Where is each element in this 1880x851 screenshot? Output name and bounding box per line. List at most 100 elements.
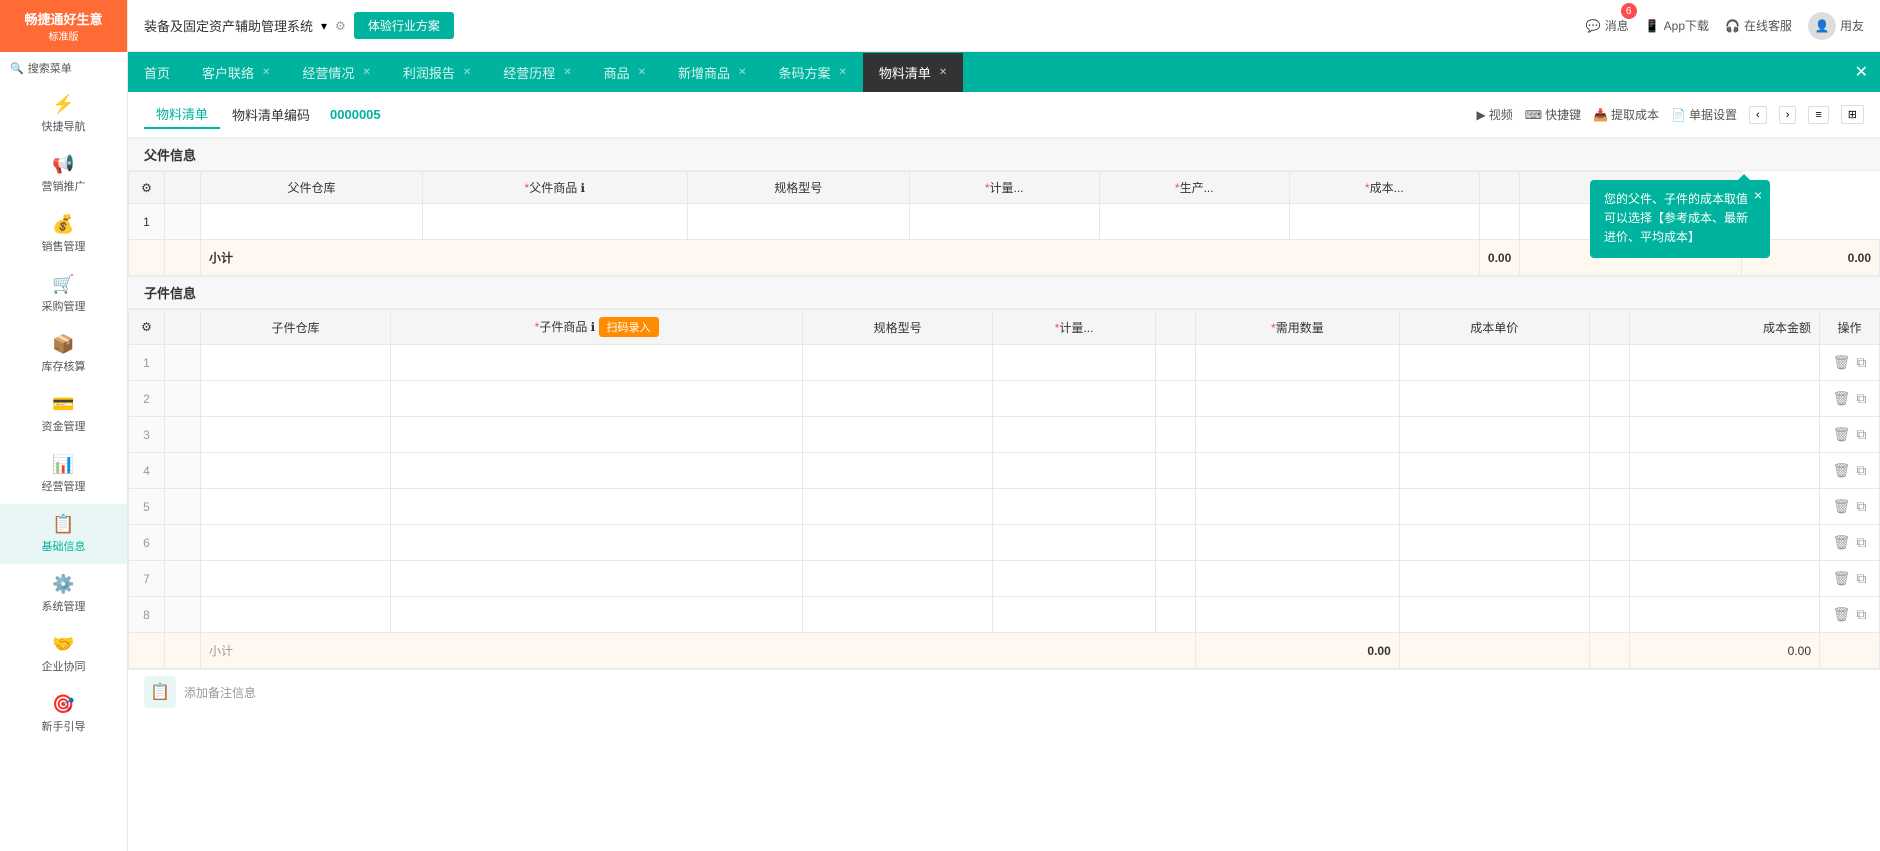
sidebar-item-sales[interactable]: 💰 销售管理 <box>0 204 127 264</box>
delete-icon[interactable]: 🗑 <box>1833 570 1851 587</box>
delete-icon[interactable]: 🗑 <box>1833 426 1851 443</box>
tab-new-product[interactable]: 新增商品 ✕ <box>662 53 762 92</box>
child-row-1-unit[interactable] <box>993 345 1156 381</box>
tab-home[interactable]: 首页 <box>128 53 186 92</box>
child-row-3-qty[interactable] <box>1196 417 1400 453</box>
child-row-8-warehouse[interactable] <box>201 597 391 633</box>
tab-bom[interactable]: 物料清单 ✕ <box>863 53 963 92</box>
tab-new-product-close[interactable]: ✕ <box>738 67 746 78</box>
child-row-5-unit[interactable] <box>993 489 1156 525</box>
child-row-4-unit[interactable] <box>993 453 1156 489</box>
tab-profit-close[interactable]: ✕ <box>463 67 471 78</box>
action-extract-cost[interactable]: 📥 提取成本 <box>1593 106 1659 123</box>
tab-products-close[interactable]: ✕ <box>638 67 646 78</box>
parent-col-settings[interactable]: ⚙ <box>129 172 165 204</box>
child-row-6-unit[interactable] <box>993 525 1156 561</box>
note-label[interactable]: 添加备注信息 <box>184 684 256 701</box>
child-row-3-unit-cost[interactable] <box>1399 417 1589 453</box>
child-row-8-product[interactable] <box>391 597 803 633</box>
delete-icon[interactable]: 🗑 <box>1833 462 1851 479</box>
child-row-7-qty[interactable] <box>1196 561 1400 597</box>
child-row-7-unit[interactable] <box>993 561 1156 597</box>
scan-button[interactable]: 扫码录入 <box>599 317 659 337</box>
tab-barcode-close[interactable]: ✕ <box>838 67 846 78</box>
delete-icon[interactable]: 🗑 <box>1833 534 1851 551</box>
child-row-4-unit-cost[interactable] <box>1399 453 1589 489</box>
action-video[interactable]: ▶ 视频 <box>1476 106 1512 123</box>
child-row-2-unit-cost[interactable] <box>1399 381 1589 417</box>
parent-row-1-cost[interactable] <box>1289 204 1479 240</box>
child-row-2-product[interactable] <box>391 381 803 417</box>
child-row-4-product[interactable] <box>391 453 803 489</box>
subnav-bom-code[interactable]: 物料清单编码 <box>220 101 322 128</box>
note-icon[interactable]: 📋 <box>144 676 176 708</box>
sidebar-item-guide[interactable]: 🎯 新手引导 <box>0 684 127 744</box>
delete-icon[interactable]: 🗑 <box>1833 606 1851 623</box>
child-row-1-qty[interactable] <box>1196 345 1400 381</box>
child-row-8-qty[interactable] <box>1196 597 1400 633</box>
sidebar-item-search[interactable]: 🔍 搜索菜单 <box>0 52 127 84</box>
sidebar-item-purchase[interactable]: 🛒 采购管理 <box>0 264 127 324</box>
parent-row-1-spec[interactable] <box>687 204 909 240</box>
system-select[interactable]: ▾ <box>321 19 327 33</box>
copy-icon[interactable]: ⧉ <box>1856 570 1866 587</box>
child-row-1-unit-cost[interactable] <box>1399 345 1589 381</box>
sidebar-item-inventory[interactable]: 📦 库存核算 <box>0 324 127 384</box>
copy-icon[interactable]: ⧉ <box>1856 534 1866 551</box>
nav-menu[interactable]: ≡ <box>1808 106 1828 124</box>
child-row-5-unit-cost[interactable] <box>1399 489 1589 525</box>
tab-profit[interactable]: 利润报告 ✕ <box>387 53 487 92</box>
tab-history-close[interactable]: ✕ <box>563 67 571 78</box>
copy-icon[interactable]: ⧉ <box>1856 462 1866 479</box>
copy-icon[interactable]: ⧉ <box>1856 426 1866 443</box>
child-row-2-qty[interactable] <box>1196 381 1400 417</box>
close-all-tabs[interactable]: ✕ <box>1843 62 1880 82</box>
child-row-4-spec[interactable] <box>803 453 993 489</box>
subnav-bom[interactable]: 物料清单 <box>144 100 220 129</box>
child-row-3-product[interactable] <box>391 417 803 453</box>
delete-icon[interactable]: 🗑 <box>1833 354 1851 371</box>
child-row-1-warehouse[interactable] <box>201 345 391 381</box>
child-row-3-spec[interactable] <box>803 417 993 453</box>
child-row-6-warehouse[interactable] <box>201 525 391 561</box>
child-row-1-spec[interactable] <box>803 345 993 381</box>
tab-history[interactable]: 经营历程 ✕ <box>487 53 587 92</box>
copy-icon[interactable]: ⧉ <box>1856 354 1866 371</box>
sidebar-item-marketing[interactable]: 📢 营销推广 <box>0 144 127 204</box>
copy-icon[interactable]: ⧉ <box>1856 390 1866 407</box>
online-service-button[interactable]: 🎧 在线客服 <box>1725 17 1792 34</box>
settings-icon[interactable]: ⚙ <box>335 19 346 33</box>
user-menu[interactable]: 👤 用友 <box>1808 12 1864 40</box>
sidebar-item-basic-info[interactable]: 📋 基础信息 <box>0 504 127 564</box>
copy-icon[interactable]: ⧉ <box>1856 498 1866 515</box>
child-row-5-qty[interactable] <box>1196 489 1400 525</box>
delete-icon[interactable]: 🗑 <box>1833 498 1851 515</box>
child-row-3-warehouse[interactable] <box>201 417 391 453</box>
child-col-settings[interactable]: ⚙ <box>129 310 165 345</box>
tab-customer[interactable]: 客户联络 ✕ <box>186 53 286 92</box>
tab-operations[interactable]: 经营情况 ✕ <box>286 53 386 92</box>
action-shortcuts[interactable]: ⌨ 快捷键 <box>1525 106 1581 123</box>
child-row-4-warehouse[interactable] <box>201 453 391 489</box>
parent-row-1-unit[interactable] <box>909 204 1099 240</box>
sidebar-item-quick-nav[interactable]: ⚡ 快捷导航 <box>0 84 127 144</box>
nav-next[interactable]: › <box>1779 106 1797 124</box>
parent-row-1-produce[interactable] <box>1099 204 1289 240</box>
child-row-7-spec[interactable] <box>803 561 993 597</box>
sidebar-item-finance[interactable]: 💳 资金管理 <box>0 384 127 444</box>
child-row-7-warehouse[interactable] <box>201 561 391 597</box>
tab-barcode[interactable]: 条码方案 ✕ <box>762 53 862 92</box>
parent-row-1-product[interactable] <box>422 204 687 240</box>
tab-operations-close[interactable]: ✕ <box>362 67 370 78</box>
child-row-2-warehouse[interactable] <box>201 381 391 417</box>
child-row-2-spec[interactable] <box>803 381 993 417</box>
nav-prev[interactable]: ‹ <box>1749 106 1767 124</box>
copy-icon[interactable]: ⧉ <box>1856 606 1866 623</box>
delete-icon[interactable]: 🗑 <box>1833 390 1851 407</box>
experience-button[interactable]: 体验行业方案 <box>354 12 454 39</box>
tab-bom-close[interactable]: ✕ <box>939 67 947 78</box>
child-row-6-qty[interactable] <box>1196 525 1400 561</box>
child-row-3-unit[interactable] <box>993 417 1156 453</box>
child-row-6-unit-cost[interactable] <box>1399 525 1589 561</box>
tooltip-close[interactable]: × <box>1754 184 1762 206</box>
